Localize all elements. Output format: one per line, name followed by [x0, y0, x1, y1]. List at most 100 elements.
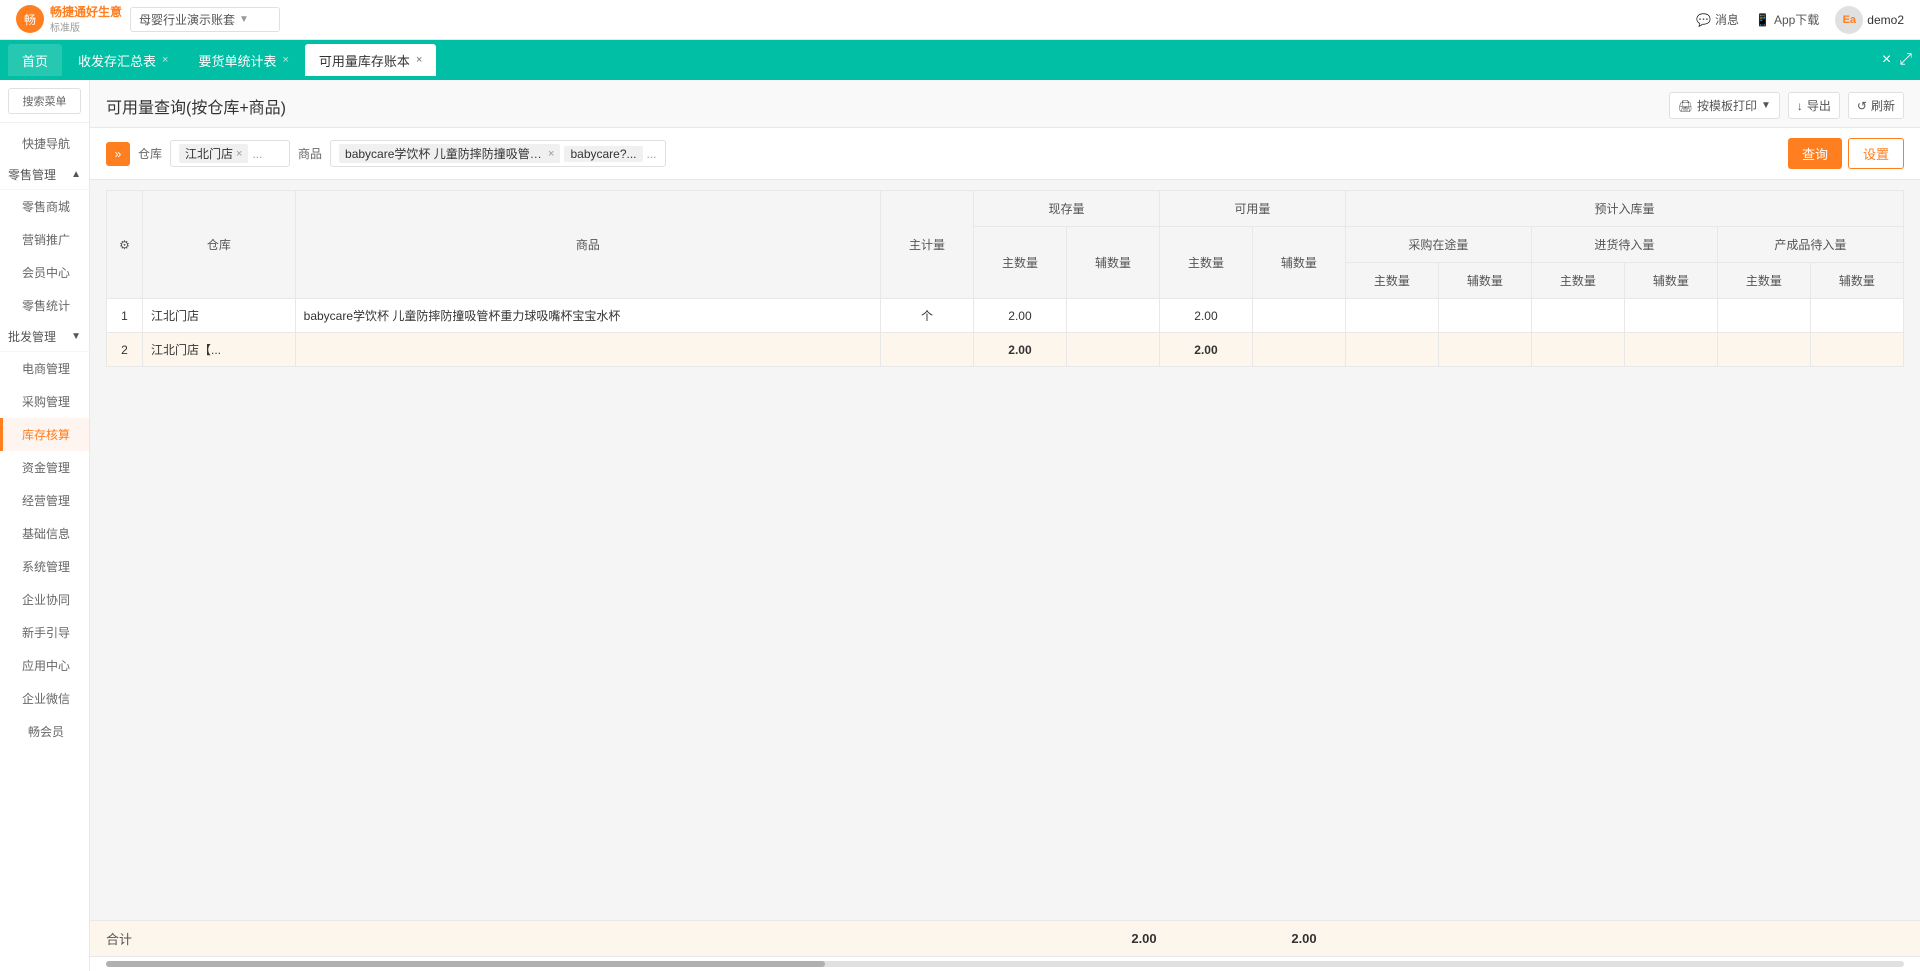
product-tag-1[interactable]: babycare学饮杯 儿童防摔防撞吸管杯重力球吸嘴杯宝宝水杯 × — [339, 144, 560, 163]
tab-available-stock-label: 可用量库存账本 — [319, 51, 410, 70]
product-filter-label: 商品 — [298, 145, 322, 162]
tab-available-stock[interactable]: 可用量库存账本 × — [305, 44, 436, 76]
close-all-tabs-btn[interactable]: × — [1882, 51, 1891, 69]
brand-logo: 畅 畅捷通好生意 标准版 — [16, 5, 122, 34]
sidebar-item-enterprise[interactable]: 企业协同 — [0, 583, 89, 616]
sidebar-item-member2[interactable]: 畅会员 — [0, 715, 89, 748]
row2-prod-pend-main — [1717, 333, 1810, 367]
table-warehouse-col: 仓库 — [143, 191, 296, 299]
sidebar-search-area: 搜索菜单 — [0, 80, 89, 123]
sidebar-item-retail-label: 零售管理 — [8, 166, 56, 183]
scrollbar-thumb[interactable] — [106, 961, 825, 967]
tab-order-stats[interactable]: 要货单统计表 × — [184, 44, 302, 76]
print-template-btn[interactable]: 🖨 按模板打印 ▼ — [1669, 92, 1780, 119]
sidebar-item-inventory[interactable]: 库存核算 — [0, 418, 89, 451]
settings-btn[interactable]: 设置 — [1848, 138, 1904, 169]
table-area: ⚙ 仓库 商品 主计量 现存量 可用量 预计入库量 主数量 辅数量 主数量 辅数… — [90, 180, 1920, 920]
page-header: 可用量查询(按仓库+商品) 🖨 按模板打印 ▼ ↓ 导出 ↺ 刷新 — [90, 80, 1920, 128]
sidebar-item-purchase[interactable]: 采购管理 — [0, 385, 89, 418]
product-tag-2-text: babycare?... — [570, 147, 636, 161]
avatar-text: Ea — [1843, 14, 1856, 26]
tab-receipts[interactable]: 收发存汇总表 × — [64, 44, 182, 76]
sidebar-item-retail[interactable]: 零售管理 ▲ — [0, 160, 89, 190]
sidebar-item-member[interactable]: 会员中心 — [0, 256, 89, 289]
user-profile[interactable]: Ea demo2 — [1835, 6, 1904, 34]
table-stock-main-col: 主数量 — [973, 227, 1066, 299]
table-purch-pend-main-col: 主数量 — [1531, 263, 1624, 299]
footer-stock-main: 2.00 — [1104, 931, 1184, 946]
tab-bar: 首页 收发存汇总表 × 要货单统计表 × 可用量库存账本 × × ⤢ — [0, 40, 1920, 80]
warehouse-tag-close[interactable]: × — [236, 148, 242, 160]
sidebar-item-ecommerce[interactable]: 电商管理 — [0, 352, 89, 385]
row2-warehouse: 江北门店【... — [143, 333, 296, 367]
horizontal-scrollbar[interactable] — [106, 961, 1904, 967]
product-tag-2[interactable]: babycare?... — [564, 146, 642, 162]
product-filter-tags[interactable]: babycare学饮杯 儿童防摔防撞吸管杯重力球吸嘴杯宝宝水杯 × babyca… — [330, 140, 666, 167]
header-left: 畅 畅捷通好生意 标准版 母婴行业演示账套 ▼ — [16, 5, 280, 34]
tab-home-label: 首页 — [22, 51, 48, 70]
sidebar-item-finance[interactable]: 资金管理 — [0, 451, 89, 484]
refresh-btn[interactable]: ↺ 刷新 — [1848, 92, 1904, 119]
table-row[interactable]: 2 江北门店【... 2.00 2.00 — [107, 333, 1904, 367]
row2-purch-pend-main — [1531, 333, 1624, 367]
table-row[interactable]: 1 江北门店 babycare学饮杯 儿童防摔防撞吸管杯重力球吸嘴杯宝宝水杯 个… — [107, 299, 1904, 333]
table-stock-aux-col: 辅数量 — [1066, 227, 1159, 299]
footer-avail-main: 2.00 — [1264, 931, 1344, 946]
filter-expand-btn[interactable]: » — [106, 142, 130, 166]
warehouse-filter-tags[interactable]: 江北门店 × ... — [170, 140, 290, 167]
template-selector[interactable]: 母婴行业演示账套 ▼ — [130, 7, 280, 32]
sidebar-item-system[interactable]: 系统管理 — [0, 550, 89, 583]
row2-transit-aux — [1438, 333, 1531, 367]
app-download-action[interactable]: 📱 App下载 — [1755, 11, 1819, 28]
sidebar-nav: 快捷导航 零售管理 ▲ 零售商城 营销推广 会员中心 零售统计 批发管理 ▼ 电… — [0, 123, 89, 752]
expand-btn[interactable]: ⤢ — [1899, 51, 1912, 69]
user-name: demo2 — [1867, 13, 1904, 27]
content-area: 可用量查询(按仓库+商品) 🖨 按模板打印 ▼ ↓ 导出 ↺ 刷新 — [90, 80, 1920, 971]
tab-home[interactable]: 首页 — [8, 44, 62, 76]
row2-purch-pend-aux — [1624, 333, 1717, 367]
sidebar-item-operation[interactable]: 经营管理 — [0, 484, 89, 517]
footer-label: 合计 — [106, 929, 166, 948]
sidebar: 搜索菜单 快捷导航 零售管理 ▲ 零售商城 营销推广 会员中心 零售统计 批发管… — [0, 80, 90, 971]
data-table: ⚙ 仓库 商品 主计量 现存量 可用量 预计入库量 主数量 辅数量 主数量 辅数… — [106, 190, 1904, 367]
sidebar-item-app-center[interactable]: 应用中心 — [0, 649, 89, 682]
warehouse-tag[interactable]: 江北门店 × — [179, 144, 248, 163]
sidebar-item-quick-nav[interactable]: 快捷导航 — [0, 127, 89, 160]
tab-receipts-close[interactable]: × — [162, 54, 168, 66]
sidebar-item-marketing[interactable]: 营销推广 — [0, 223, 89, 256]
tab-order-stats-close[interactable]: × — [282, 54, 288, 66]
row2-product — [295, 333, 880, 367]
brand-icon: 畅 — [16, 5, 44, 33]
product-tag-1-close[interactable]: × — [548, 148, 554, 160]
sidebar-item-wholesale[interactable]: 批发管理 ▼ — [0, 322, 89, 352]
row1-purch-pend-main — [1531, 299, 1624, 333]
chevron-down-icon: ▼ — [239, 14, 249, 25]
table-avail-main-col: 主数量 — [1159, 227, 1252, 299]
row2-stock-aux — [1066, 333, 1159, 367]
table-planned-inbound-group: 预计入库量 — [1345, 191, 1903, 227]
tab-available-stock-close[interactable]: × — [416, 54, 422, 66]
search-menu-btn[interactable]: 搜索菜单 — [8, 88, 81, 114]
expand-icon: » — [115, 147, 122, 161]
sidebar-item-enterprise-wechat[interactable]: 企业微信 — [0, 682, 89, 715]
export-btn[interactable]: ↓ 导出 — [1788, 92, 1840, 119]
chevron-down-icon: ▼ — [1761, 100, 1771, 111]
sidebar-item-basic[interactable]: 基础信息 — [0, 517, 89, 550]
warehouse-more-dots[interactable]: ... — [252, 147, 262, 161]
tab-bar-actions: × ⤢ — [1882, 51, 1912, 69]
product-more-dots[interactable]: ... — [647, 147, 657, 161]
sidebar-item-new-guide[interactable]: 新手引导 — [0, 616, 89, 649]
sidebar-item-retail-stats[interactable]: 零售统计 — [0, 289, 89, 322]
svg-text:畅: 畅 — [24, 13, 36, 27]
query-btn[interactable]: 查询 — [1788, 138, 1842, 169]
row1-warehouse: 江北门店 — [143, 299, 296, 333]
header-right: 💬 消息 📱 App下载 Ea demo2 — [1696, 6, 1904, 34]
table-settings-col[interactable]: ⚙ — [107, 191, 143, 299]
row2-stock-main: 2.00 — [973, 333, 1066, 367]
row1-transit-main — [1345, 299, 1438, 333]
row2-prod-pend-aux — [1810, 333, 1903, 367]
row1-avail-aux — [1252, 299, 1345, 333]
message-action[interactable]: 💬 消息 — [1696, 11, 1739, 28]
table-purchase-pending-group: 进货待入量 — [1531, 227, 1717, 263]
sidebar-item-retail-mall[interactable]: 零售商城 — [0, 190, 89, 223]
